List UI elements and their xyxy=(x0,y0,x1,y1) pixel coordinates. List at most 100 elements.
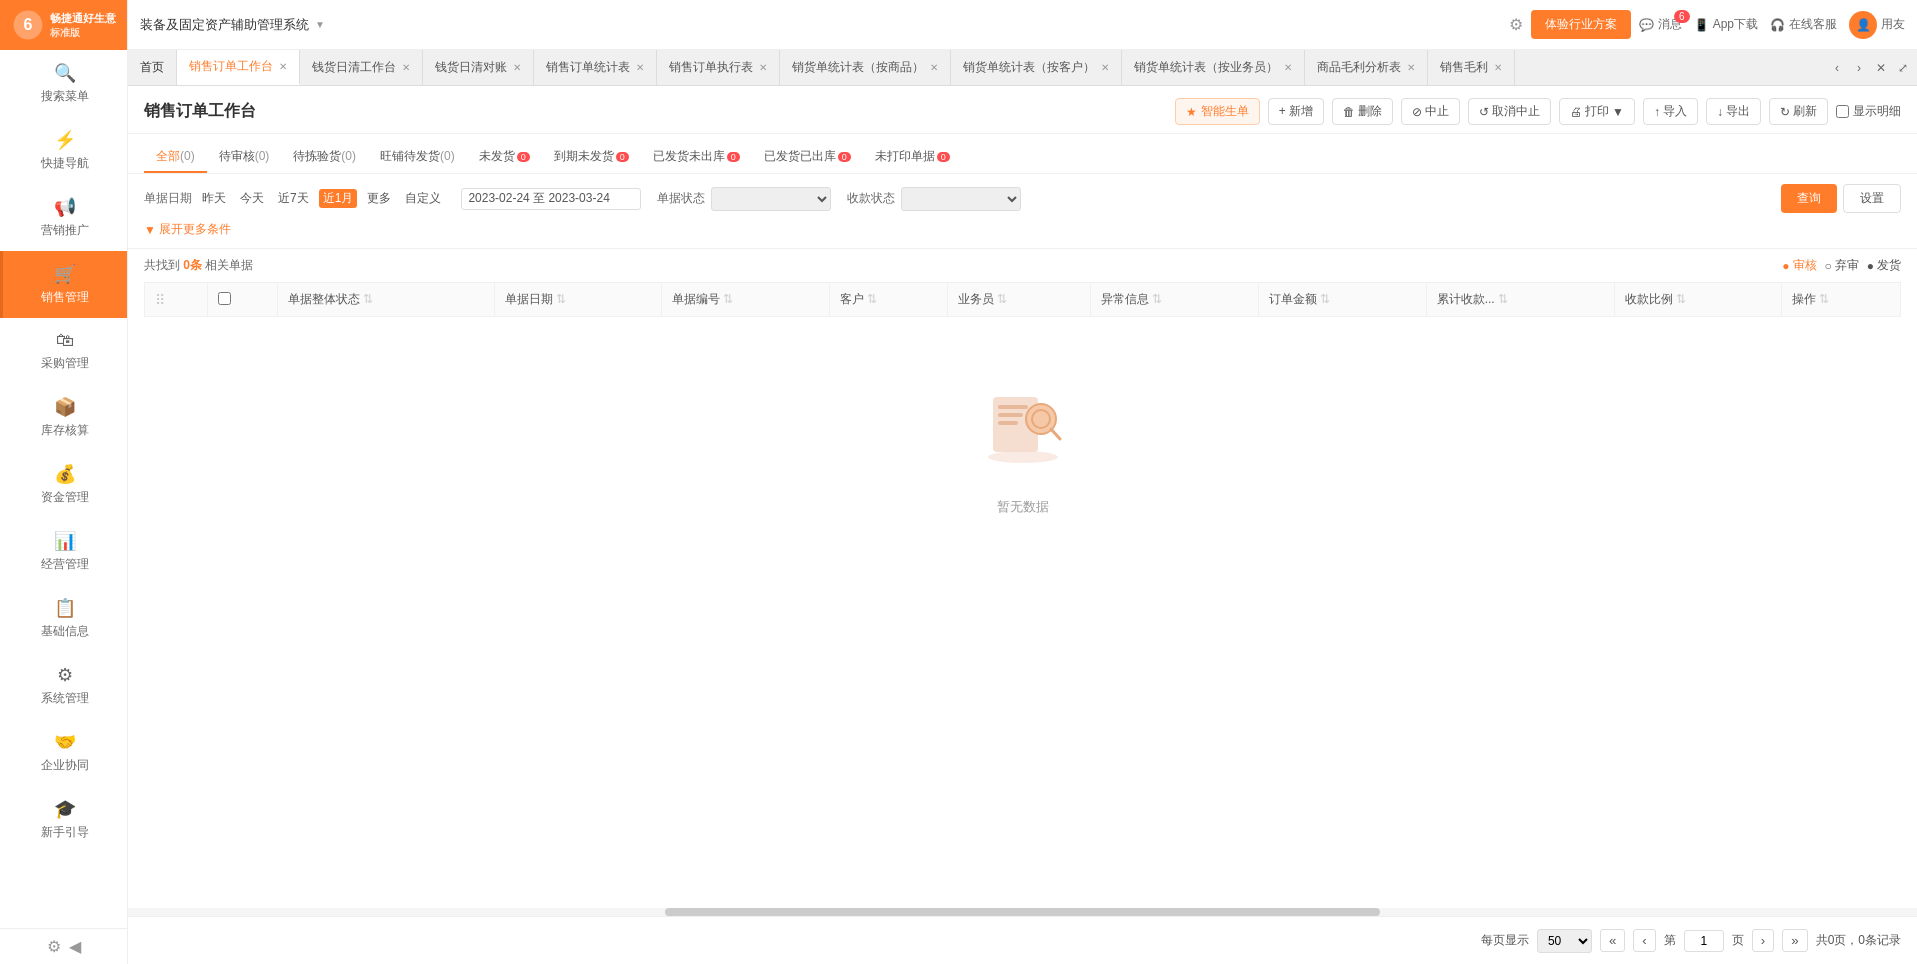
filter-settings-btn[interactable]: 设置 xyxy=(1843,184,1901,213)
subtab-待拣验货[interactable]: 待拣验货(0) xyxy=(281,142,368,173)
sidebar-item-资金管理[interactable]: 💰资金管理 xyxy=(0,451,127,518)
sidebar-item-搜索菜单[interactable]: 🔍搜索菜单 xyxy=(0,50,127,117)
tab-8[interactable]: 销货单统计表（按业务员）✕ xyxy=(1122,50,1305,85)
col-header-customer[interactable]: 客户⇅ xyxy=(829,283,948,317)
sidebar-item-采购管理[interactable]: 🛍采购管理 xyxy=(0,318,127,384)
sidebar-item-基础信息[interactable]: 📋基础信息 xyxy=(0,585,127,652)
tab-10[interactable]: 销售毛利✕ xyxy=(1428,50,1515,85)
page-size-select[interactable]: 50 100 200 xyxy=(1537,929,1592,953)
scrollbar-thumb[interactable] xyxy=(665,908,1381,916)
next-page-btn[interactable]: › xyxy=(1752,929,1774,952)
tab-1[interactable]: 销售订单工作台✕ xyxy=(177,50,300,85)
col-header-actions[interactable]: 操作⇅ xyxy=(1782,283,1901,317)
status-select[interactable] xyxy=(711,187,831,211)
subtab-到期未发货[interactable]: 到期未发货0 xyxy=(542,142,641,173)
tab-close-4[interactable]: ✕ xyxy=(636,62,644,73)
tab-close-2[interactable]: ✕ xyxy=(402,62,410,73)
expand-more-btn[interactable]: ▼ 展开更多条件 xyxy=(144,221,1901,238)
app-download-btn[interactable]: 📱 App下载 xyxy=(1694,16,1758,33)
tab-scroll-right-btn[interactable]: › xyxy=(1849,58,1869,78)
sidebar-item-经营管理[interactable]: 📊经营管理 xyxy=(0,518,127,585)
sidebar-item-库存核算[interactable]: 📦库存核算 xyxy=(0,384,127,451)
topbar-dropdown-icon[interactable]: ▼ xyxy=(315,19,325,30)
col-header-collected[interactable]: 累计收款...⇅ xyxy=(1426,283,1614,317)
cancel-suspend-btn[interactable]: ↺ 取消中止 xyxy=(1468,98,1551,125)
tab-close-5[interactable]: ✕ xyxy=(759,62,767,73)
collapse-icon[interactable]: ◀ xyxy=(69,937,81,956)
subtab-已发货已出库[interactable]: 已发货已出库0 xyxy=(752,142,863,173)
refresh-btn[interactable]: ↻ 刷新 xyxy=(1769,98,1828,125)
topbar-settings-icon[interactable]: ⚙ xyxy=(1509,15,1523,34)
message-btn[interactable]: 💬 消息 6 xyxy=(1639,16,1682,33)
subtab-旺铺待发货[interactable]: 旺铺待发货(0) xyxy=(368,142,467,173)
tab-0[interactable]: 首页 xyxy=(128,50,177,85)
tab-scroll-left-btn[interactable]: ‹ xyxy=(1827,58,1847,78)
tab-close-1[interactable]: ✕ xyxy=(279,61,287,72)
prev-page-btn[interactable]: ‹ xyxy=(1633,929,1655,952)
tab-close-10[interactable]: ✕ xyxy=(1494,62,1502,73)
import-btn[interactable]: ↑ 导入 xyxy=(1643,98,1698,125)
delete-btn[interactable]: 🗑 删除 xyxy=(1332,98,1393,125)
sidebar-item-快捷导航[interactable]: ⚡快捷导航 xyxy=(0,117,127,184)
col-header-status[interactable]: 单据整体状态⇅ xyxy=(277,283,494,317)
col-header-amount[interactable]: 订单金额⇅ xyxy=(1259,283,1427,317)
payment-select[interactable] xyxy=(901,187,1021,211)
col-header-number[interactable]: 单据编号⇅ xyxy=(662,283,830,317)
date-shortcut-4[interactable]: 更多 xyxy=(363,189,395,208)
col-header-ratio[interactable]: 收款比例⇅ xyxy=(1614,283,1782,317)
add-btn[interactable]: + 新增 xyxy=(1268,98,1324,125)
select-all-checkbox[interactable] xyxy=(218,292,231,305)
deliver-action-btn[interactable]: ● 发货 xyxy=(1867,257,1901,274)
date-shortcut-3[interactable]: 近1月 xyxy=(319,189,358,208)
tab-close-6[interactable]: ✕ xyxy=(930,62,938,73)
show-detail-input[interactable] xyxy=(1836,105,1849,118)
date-range-input[interactable] xyxy=(461,188,641,210)
col-header-exception[interactable]: 异常信息⇅ xyxy=(1091,283,1259,317)
tab-close-7[interactable]: ✕ xyxy=(1101,62,1109,73)
subtab-已发货未出库[interactable]: 已发货未出库0 xyxy=(641,142,752,173)
show-detail-checkbox[interactable]: 显示明细 xyxy=(1836,103,1901,120)
suspend-btn[interactable]: ⊘ 中止 xyxy=(1401,98,1460,125)
audit-action-btn[interactable]: ● 审核 xyxy=(1782,257,1816,274)
sidebar-item-系统管理[interactable]: ⚙系统管理 xyxy=(0,652,127,719)
page-number-input[interactable] xyxy=(1684,930,1724,952)
tab-3[interactable]: 钱货日清对账✕ xyxy=(423,50,534,85)
tab-6[interactable]: 销货单统计表（按商品）✕ xyxy=(780,50,951,85)
date-shortcut-5[interactable]: 自定义 xyxy=(401,189,445,208)
horizontal-scrollbar[interactable] xyxy=(128,908,1917,916)
revoke-action-btn[interactable]: ○ 弃审 xyxy=(1825,257,1859,274)
date-shortcut-0[interactable]: 昨天 xyxy=(198,189,230,208)
tab-close-3[interactable]: ✕ xyxy=(513,62,521,73)
online-service-btn[interactable]: 🎧 在线客服 xyxy=(1770,16,1837,33)
user-menu-btn[interactable]: 👤 用友 xyxy=(1849,11,1905,39)
subtab-待审核[interactable]: 待审核(0) xyxy=(207,142,282,173)
tab-expand-btn[interactable]: ⤢ xyxy=(1893,58,1913,78)
tab-close-all-btn[interactable]: ✕ xyxy=(1871,58,1891,78)
industry-btn[interactable]: 体验行业方案 xyxy=(1531,10,1631,39)
tab-close-9[interactable]: ✕ xyxy=(1407,62,1415,73)
sidebar-item-销售管理[interactable]: 🛒销售管理 xyxy=(0,251,127,318)
tab-2[interactable]: 钱货日清工作台✕ xyxy=(300,50,423,85)
date-shortcut-1[interactable]: 今天 xyxy=(236,189,268,208)
settings-icon[interactable]: ⚙ xyxy=(47,937,61,956)
tab-4[interactable]: 销售订单统计表✕ xyxy=(534,50,657,85)
subtab-全部[interactable]: 全部(0) xyxy=(144,142,207,173)
export-btn[interactable]: ↓ 导出 xyxy=(1706,98,1761,125)
col-header-date[interactable]: 单据日期⇅ xyxy=(494,283,662,317)
query-btn[interactable]: 查询 xyxy=(1781,184,1837,213)
print-btn[interactable]: 🖨 打印 ▼ xyxy=(1559,98,1635,125)
sidebar-item-营销推广[interactable]: 📢营销推广 xyxy=(0,184,127,251)
tab-7[interactable]: 销货单统计表（按客户）✕ xyxy=(951,50,1122,85)
subtab-未发货[interactable]: 未发货0 xyxy=(467,142,542,173)
last-page-btn[interactable]: » xyxy=(1782,929,1807,952)
tab-5[interactable]: 销售订单执行表✕ xyxy=(657,50,780,85)
tab-9[interactable]: 商品毛利分析表✕ xyxy=(1305,50,1428,85)
tab-close-8[interactable]: ✕ xyxy=(1284,62,1292,73)
col-header-salesperson[interactable]: 业务员⇅ xyxy=(948,283,1091,317)
first-page-btn[interactable]: « xyxy=(1600,929,1625,952)
sidebar-item-企业协同[interactable]: 🤝企业协同 xyxy=(0,719,127,786)
subtab-未打印单据[interactable]: 未打印单据0 xyxy=(863,142,962,173)
date-shortcut-2[interactable]: 近7天 xyxy=(274,189,313,208)
smart-create-btn[interactable]: ★ 智能生单 xyxy=(1175,98,1260,125)
sidebar-item-新手引导[interactable]: 🎓新手引导 xyxy=(0,786,127,853)
